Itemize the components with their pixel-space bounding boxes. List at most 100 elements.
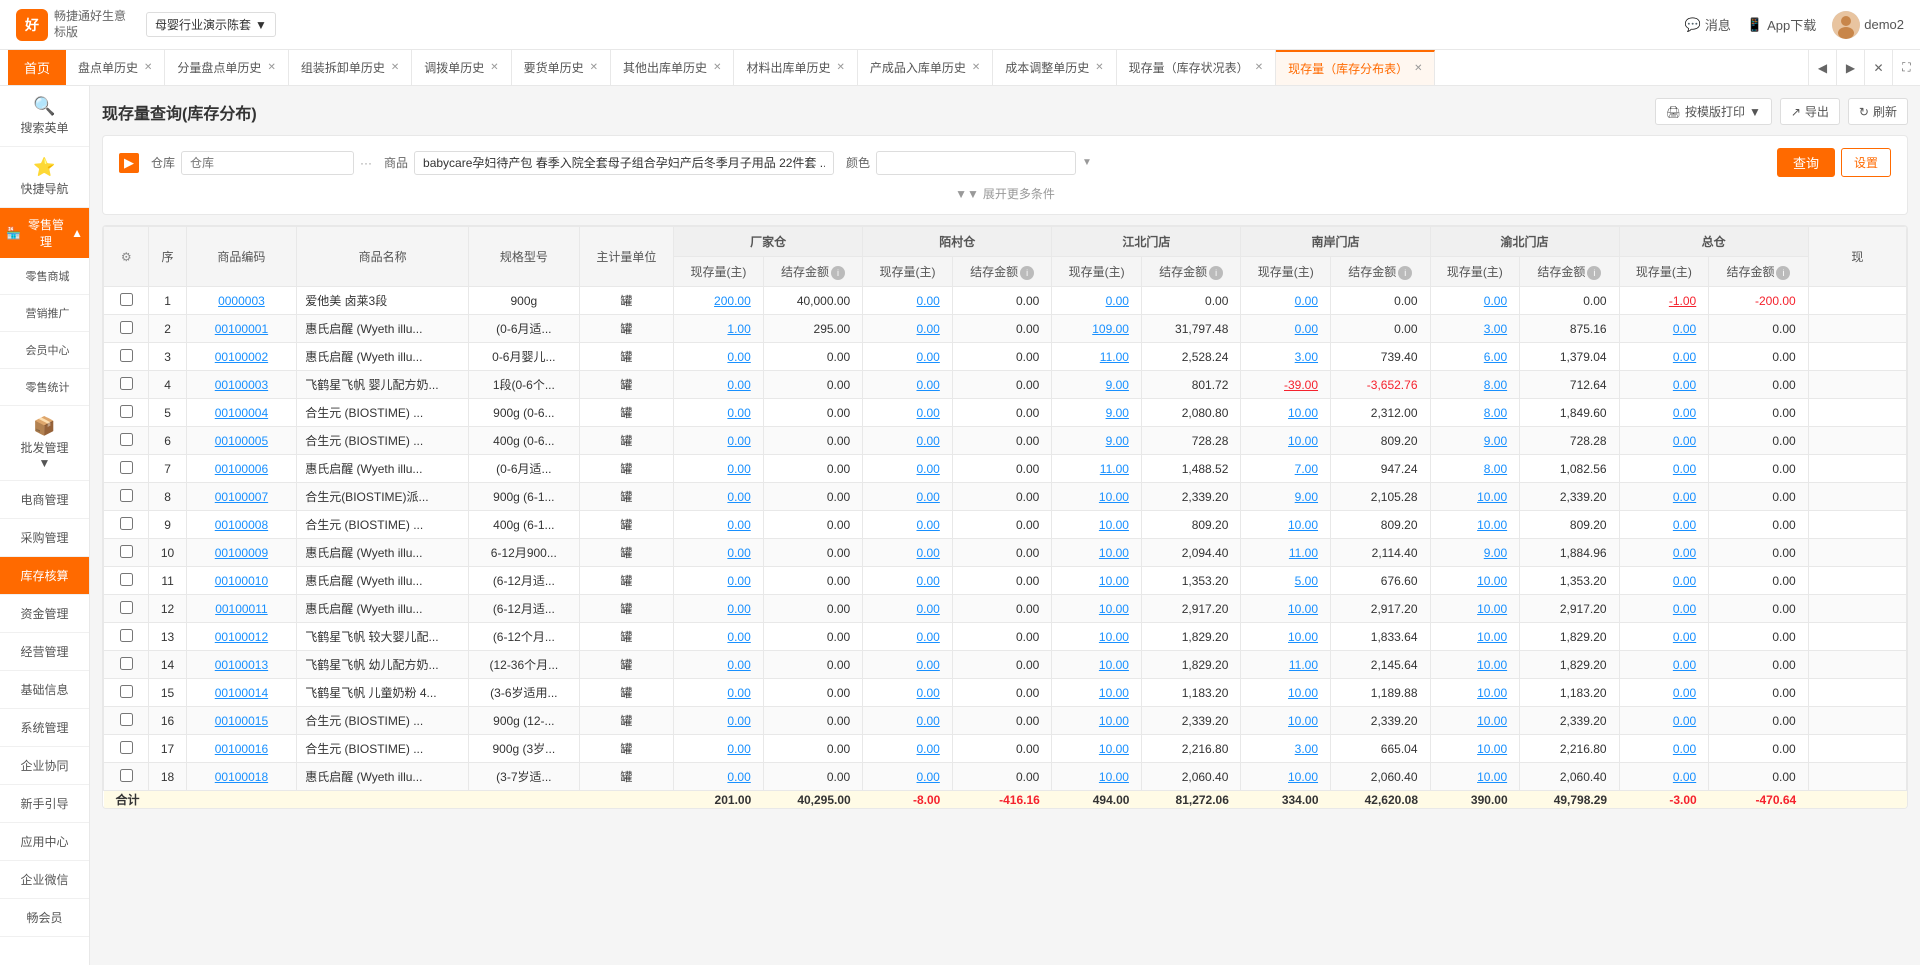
sidebar-item-ecommerce[interactable]: 电商管理 [0,481,89,519]
settings-icon[interactable]: ⚙ [116,247,136,267]
row-code[interactable]: 00100006 [186,455,297,483]
row-w3-qty[interactable]: 0.00 [1052,287,1142,315]
row-check[interactable] [104,399,149,427]
row-check[interactable] [104,427,149,455]
row-w3-qty[interactable]: 10.00 [1052,763,1142,791]
row-code[interactable]: 00100001 [186,315,297,343]
row-w4-qty[interactable]: 10.00 [1241,595,1331,623]
tab-2[interactable]: 分量盘点单历史✕ [165,50,288,86]
sidebar-group-retail[interactable]: 🏪 零售管理 ▲ [0,208,89,258]
row-w1-qty[interactable]: 0.00 [674,455,764,483]
row-code[interactable]: 00100012 [186,623,297,651]
row-w3-qty[interactable]: 10.00 [1052,623,1142,651]
row-w4-qty[interactable]: 10.00 [1241,679,1331,707]
tab-8[interactable]: 产成品入库单历史✕ [858,50,993,86]
close-icon[interactable]: ✕ [836,62,844,73]
row-t-qty[interactable]: 0.00 [1619,511,1709,539]
row-t-qty[interactable]: 0.00 [1619,483,1709,511]
close-icon[interactable]: ✕ [391,62,399,73]
sidebar-item-marketing[interactable]: 营销推广 [0,295,89,332]
row-w5-qty[interactable]: 10.00 [1430,511,1520,539]
nav-expand-btn[interactable]: ⛶ [1892,50,1920,86]
row-w4-qty[interactable]: 5.00 [1241,567,1331,595]
row-check[interactable] [104,287,149,315]
row-t-qty[interactable]: 0.00 [1619,427,1709,455]
sidebar-item-collab[interactable]: 企业协同 [0,747,89,785]
row-w4-qty[interactable]: 10.00 [1241,511,1331,539]
row-w3-qty[interactable]: 9.00 [1052,371,1142,399]
tab-9[interactable]: 成本调整单历史✕ [993,50,1116,86]
row-t-qty[interactable]: 0.00 [1619,315,1709,343]
row-w5-qty[interactable]: 10.00 [1430,567,1520,595]
row-check[interactable] [104,679,149,707]
row-w1-qty[interactable]: 0.00 [674,679,764,707]
row-code[interactable]: 00100013 [186,651,297,679]
row-w5-qty[interactable]: 10.00 [1430,707,1520,735]
row-w5-qty[interactable]: 10.00 [1430,763,1520,791]
row-t-qty[interactable]: 0.00 [1619,343,1709,371]
row-w5-qty[interactable]: 0.00 [1430,287,1520,315]
row-t-qty[interactable]: 0.00 [1619,735,1709,763]
row-w3-qty[interactable]: 10.00 [1052,679,1142,707]
row-code[interactable]: 00100009 [186,539,297,567]
info-icon[interactable]: i [831,266,845,280]
row-w2-qty[interactable]: 0.00 [863,287,953,315]
row-w2-qty[interactable]: 0.00 [863,371,953,399]
ellipsis-icon[interactable]: ··· [360,156,372,170]
row-check[interactable] [104,595,149,623]
row-code[interactable]: 00100010 [186,567,297,595]
sidebar-item-nav[interactable]: ⭐ 快捷导航 [0,147,89,208]
row-w1-qty[interactable]: 0.00 [674,567,764,595]
row-w2-qty[interactable]: 0.00 [863,455,953,483]
row-w5-qty[interactable]: 10.00 [1430,623,1520,651]
tab-4[interactable]: 调拨单历史✕ [412,50,511,86]
sidebar-item-purchase[interactable]: 采购管理 [0,519,89,557]
close-icon[interactable]: ✕ [713,62,721,73]
row-w1-qty[interactable]: 0.00 [674,343,764,371]
close-icon[interactable]: ✕ [490,62,498,73]
tab-home[interactable]: 首页 [8,50,66,86]
close-icon[interactable]: ✕ [144,62,152,73]
row-code[interactable]: 00100018 [186,763,297,791]
row-w3-qty[interactable]: 10.00 [1052,483,1142,511]
row-w1-qty[interactable]: 0.00 [674,371,764,399]
row-w4-qty[interactable]: 3.00 [1241,735,1331,763]
row-w4-qty[interactable]: 11.00 [1241,651,1331,679]
row-w4-qty[interactable]: 0.00 [1241,287,1331,315]
row-w4-qty[interactable]: 10.00 [1241,399,1331,427]
row-t-qty[interactable]: 0.00 [1619,763,1709,791]
row-w2-qty[interactable]: 0.00 [863,651,953,679]
row-w3-qty[interactable]: 109.00 [1052,315,1142,343]
row-w2-qty[interactable]: 0.00 [863,483,953,511]
sidebar-item-inventory[interactable]: 库存核算 [0,557,89,595]
sidebar-item-finance[interactable]: 资金管理 [0,595,89,633]
row-check[interactable] [104,371,149,399]
row-code[interactable]: 00100004 [186,399,297,427]
row-w1-qty[interactable]: 0.00 [674,539,764,567]
row-code[interactable]: 00100011 [186,595,297,623]
setting-btn[interactable]: 设置 [1841,148,1891,177]
row-w5-qty[interactable]: 6.00 [1430,343,1520,371]
row-w2-qty[interactable]: 0.00 [863,595,953,623]
tab-10[interactable]: 现存量（库存状况表）✕ [1117,50,1276,86]
row-w1-qty[interactable]: 0.00 [674,483,764,511]
row-w1-qty[interactable]: 0.00 [674,427,764,455]
row-w3-qty[interactable]: 10.00 [1052,595,1142,623]
row-t-qty[interactable]: 0.00 [1619,623,1709,651]
expand-arrow-btn[interactable]: ▶ [119,153,139,173]
row-check[interactable] [104,651,149,679]
info-icon[interactable]: i [1776,266,1790,280]
row-w3-qty[interactable]: 11.00 [1052,455,1142,483]
close-icon[interactable]: ✕ [1095,62,1103,73]
row-code[interactable]: 00100007 [186,483,297,511]
row-w5-qty[interactable]: 9.00 [1430,539,1520,567]
row-w3-qty[interactable]: 11.00 [1052,343,1142,371]
close-icon[interactable]: ✕ [1255,62,1263,73]
row-w4-qty[interactable]: 9.00 [1241,483,1331,511]
sidebar-item-search[interactable]: 🔍 搜索英单 [0,86,89,147]
close-icon[interactable]: ✕ [972,62,980,73]
row-t-qty[interactable]: 0.00 [1619,679,1709,707]
row-t-qty[interactable]: 0.00 [1619,371,1709,399]
row-w5-qty[interactable]: 10.00 [1430,595,1520,623]
refresh-btn[interactable]: ↻ 刷新 [1848,98,1908,125]
